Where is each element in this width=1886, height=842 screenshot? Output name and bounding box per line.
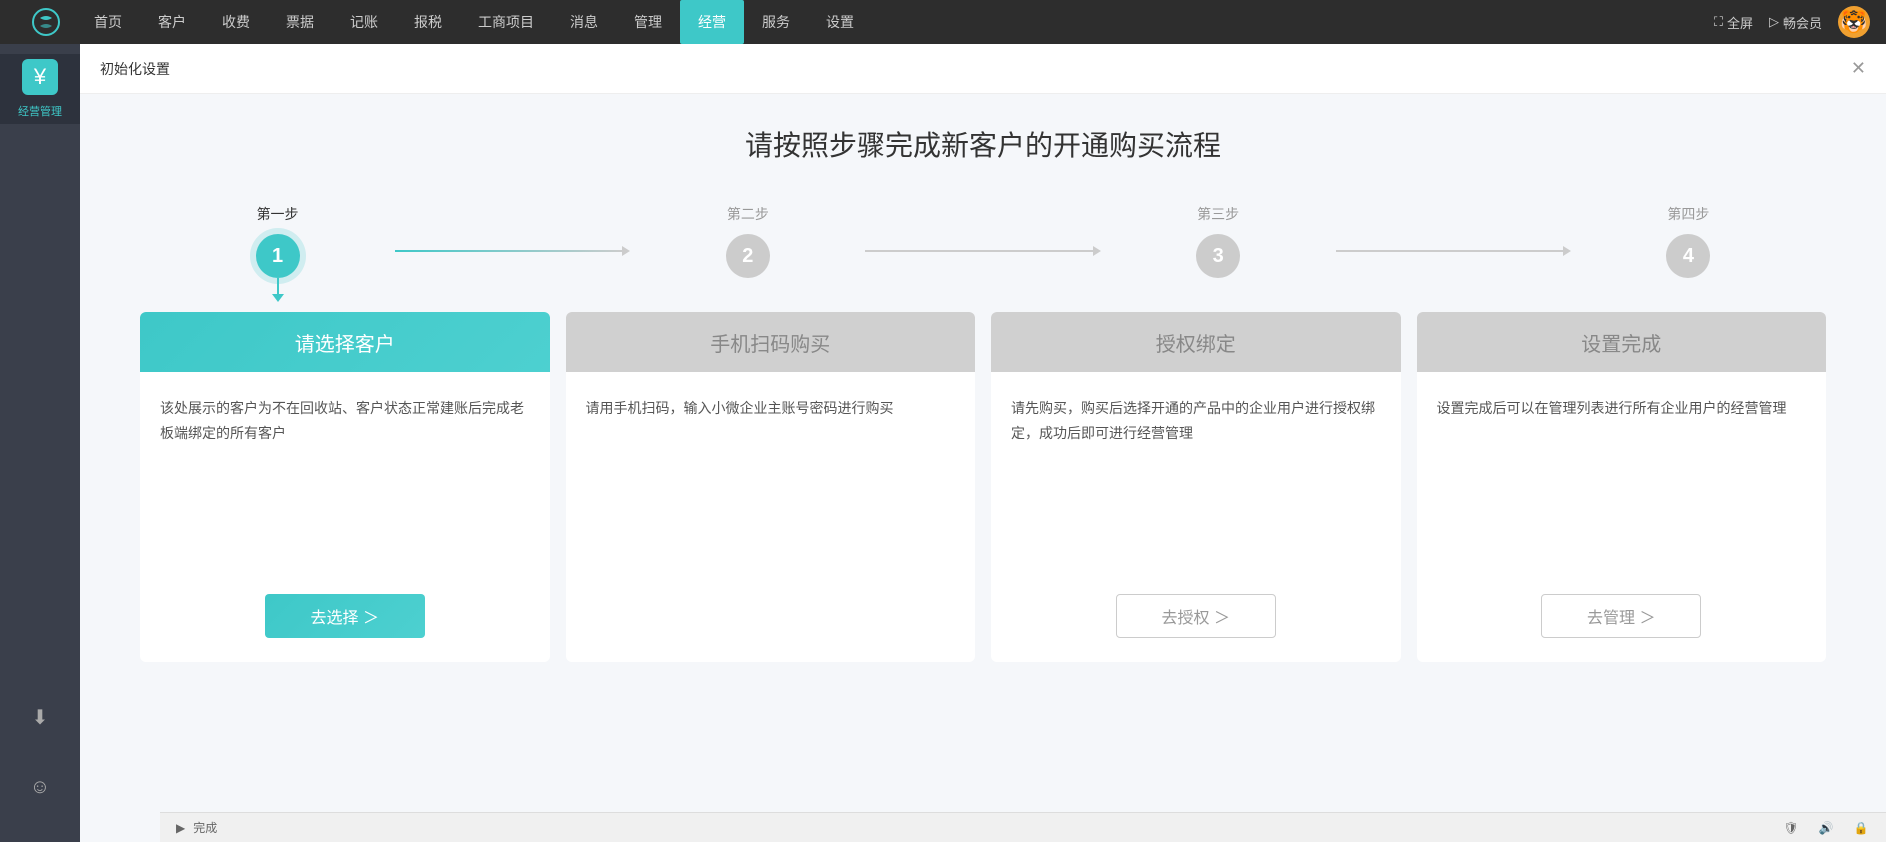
- card2-desc: 请用手机扫码，输入小微企业主账号密码进行购买: [586, 400, 894, 416]
- card1-footer: 去选择 ＞: [140, 578, 550, 662]
- step1-arrow-down: [272, 294, 284, 302]
- card4-footer: 去管理 ＞: [1417, 578, 1827, 662]
- card-step4: 设置完成 设置完成后可以在管理列表进行所有企业用户的经营管理 去管理 ＞: [1417, 312, 1827, 662]
- status-right: 🛡 🔊 🔒 网0 ⏱10: [1783, 819, 1886, 836]
- vip-button[interactable]: ▷ 畅会员: [1769, 13, 1822, 32]
- vip-icon: ▷: [1769, 14, 1779, 30]
- card4-header: 设置完成: [1417, 312, 1827, 372]
- yuan-icon: ¥: [22, 59, 58, 95]
- card2-body: 请用手机扫码，输入小微企业主账号密码进行购买: [566, 372, 976, 622]
- fullscreen-button[interactable]: ⛶ 全屏: [1714, 13, 1753, 32]
- card1-body: 该处展示的客户为不在回收站、客户状态正常建账后完成老板端绑定的所有客户: [140, 372, 550, 578]
- card-step1: 请选择客户 该处展示的客户为不在回收站、客户状态正常建账后完成老板端绑定的所有客…: [140, 312, 550, 662]
- nav-item-business[interactable]: 工商项目: [460, 0, 552, 44]
- card3-body: 请先购买，购买后选择开通的产品中的企业用户进行授权绑定，成功后即可进行经营管理: [991, 372, 1401, 578]
- step-4-node: 第四步 4: [1571, 204, 1806, 302]
- lock-icon: 🔒: [1854, 821, 1869, 835]
- help-icon: ☺: [30, 776, 50, 799]
- sidebar-bottom: ⬇ ☺: [0, 682, 80, 842]
- nav-item-tax[interactable]: 报税: [396, 0, 460, 44]
- step1-circle: 1: [256, 234, 300, 278]
- fullscreen-label: 全屏: [1727, 13, 1753, 32]
- step3-label: 第三步: [1197, 204, 1239, 224]
- shield-icon: 🛡: [1783, 821, 1798, 835]
- sidebar-item-operations-mgmt[interactable]: ¥ 经营管理: [0, 54, 80, 124]
- card3-title: 授权绑定: [1156, 328, 1236, 357]
- nav-item-accounts[interactable]: 记账: [332, 0, 396, 44]
- user-avatar[interactable]: 🐯: [1838, 6, 1870, 38]
- go-authorize-button[interactable]: 去授权 ＞: [1116, 594, 1276, 638]
- step4-circle: 4: [1666, 234, 1710, 278]
- nav-item-fees[interactable]: 收费: [204, 0, 268, 44]
- step1-label: 第一步: [257, 204, 299, 224]
- step4-label: 第四步: [1667, 204, 1709, 224]
- go-authorize-label: 去授权 ＞: [1162, 604, 1230, 628]
- nav-menu: 首页 客户 收费 票据 记账 报税 工商项目 消息 管理 经营 服务 设置: [76, 0, 1714, 44]
- card4-title: 设置完成: [1581, 328, 1661, 357]
- sidebar-item-download[interactable]: ⬇: [0, 682, 80, 752]
- close-button[interactable]: ✕: [1851, 58, 1866, 79]
- connector-3-4: [1336, 204, 1571, 256]
- card2-header: 手机扫码购买: [566, 312, 976, 372]
- card-step2: 手机扫码购买 请用手机扫码，输入小微企业主账号密码进行购买: [566, 312, 976, 662]
- nav-item-messages[interactable]: 消息: [552, 0, 616, 44]
- step-2-node: 第二步 2: [630, 204, 865, 302]
- fullscreen-icon: ⛶: [1714, 14, 1723, 30]
- step2-label: 第二步: [727, 204, 769, 224]
- step1-down-line: [277, 278, 279, 294]
- connector-2-3: [865, 204, 1100, 256]
- cards-container: 请选择客户 该处展示的客户为不在回收站、客户状态正常建账后完成老板端绑定的所有客…: [120, 312, 1846, 662]
- sidebar: ¥ 经营管理 ⬇ ☺: [0, 44, 80, 842]
- card4-desc: 设置完成后可以在管理列表进行所有企业用户的经营管理: [1437, 400, 1787, 416]
- nav-right-area: ⛶ 全屏 ▷ 畅会员 🐯: [1714, 6, 1870, 38]
- card3-desc: 请先购买，购买后选择开通的产品中的企业用户进行授权绑定，成功后即可进行经营管理: [1011, 400, 1375, 441]
- card-step3: 授权绑定 请先购买，购买后选择开通的产品中的企业用户进行授权绑定，成功后即可进行…: [991, 312, 1401, 662]
- nav-item-home[interactable]: 首页: [76, 0, 140, 44]
- card2-footer: [566, 622, 976, 662]
- go-manage-button[interactable]: 去管理 ＞: [1541, 594, 1701, 638]
- card3-footer: 去授权 ＞: [991, 578, 1401, 662]
- card1-desc: 该处展示的客户为不在回收站、客户状态正常建账后完成老板端绑定的所有客户: [160, 400, 524, 441]
- step4-spacer: [1687, 278, 1689, 302]
- step3-circle: 3: [1196, 234, 1240, 278]
- status-bar: ▶ 完成 🛡 🔊 🔒 网0 ⏱10: [160, 812, 1886, 842]
- nav-item-clients[interactable]: 客户: [140, 0, 204, 44]
- step2-circle: 2: [726, 234, 770, 278]
- card3-header: 授权绑定: [991, 312, 1401, 372]
- nav-item-services[interactable]: 服务: [744, 0, 808, 44]
- card2-title: 手机扫码购买: [710, 328, 830, 357]
- nav-item-operations[interactable]: 经营: [680, 0, 744, 44]
- step2-spacer: [747, 278, 749, 302]
- status-text: 完成: [193, 819, 217, 836]
- sidebar-item-help[interactable]: ☺: [0, 752, 80, 822]
- volume-icon: 🔊: [1819, 821, 1834, 835]
- breadcrumb: 初始化设置: [100, 59, 170, 79]
- nav-item-management[interactable]: 管理: [616, 0, 680, 44]
- connector-1-2: [395, 204, 630, 256]
- card1-title: 请选择客户: [295, 328, 395, 357]
- app-logo: [16, 8, 76, 36]
- nav-item-bills[interactable]: 票据: [268, 0, 332, 44]
- download-icon: ⬇: [32, 705, 49, 730]
- sidebar-item-label: 经营管理: [18, 103, 62, 119]
- play-icon: ▶: [176, 821, 185, 835]
- main-content: 初始化设置 ✕ 请按照步骤完成新客户的开通购买流程 第一步 1: [80, 44, 1886, 842]
- go-select-button[interactable]: 去选择 ＞: [265, 594, 425, 638]
- step3-spacer: [1217, 278, 1219, 302]
- steps-row: 第一步 1 第二步 2: [120, 204, 1846, 302]
- content-area: 请按照步骤完成新客户的开通购买流程 第一步 1 第二步: [80, 94, 1886, 842]
- page-title: 请按照步骤完成新客户的开通购买流程: [120, 124, 1846, 164]
- go-select-label: 去选择 ＞: [311, 604, 379, 628]
- card4-body: 设置完成后可以在管理列表进行所有企业用户的经营管理: [1417, 372, 1827, 578]
- top-navigation: 首页 客户 收费 票据 记账 报税 工商项目 消息 管理 经营 服务 设置 ⛶ …: [0, 0, 1886, 44]
- nav-item-settings[interactable]: 设置: [808, 0, 872, 44]
- step-1-node: 第一步 1: [160, 204, 395, 302]
- go-manage-label: 去管理 ＞: [1587, 604, 1655, 628]
- vip-label: 畅会员: [1783, 13, 1822, 32]
- card1-header: 请选择客户: [140, 312, 550, 372]
- step-3-node: 第三步 3: [1101, 204, 1336, 302]
- breadcrumb-bar: 初始化设置 ✕: [80, 44, 1886, 94]
